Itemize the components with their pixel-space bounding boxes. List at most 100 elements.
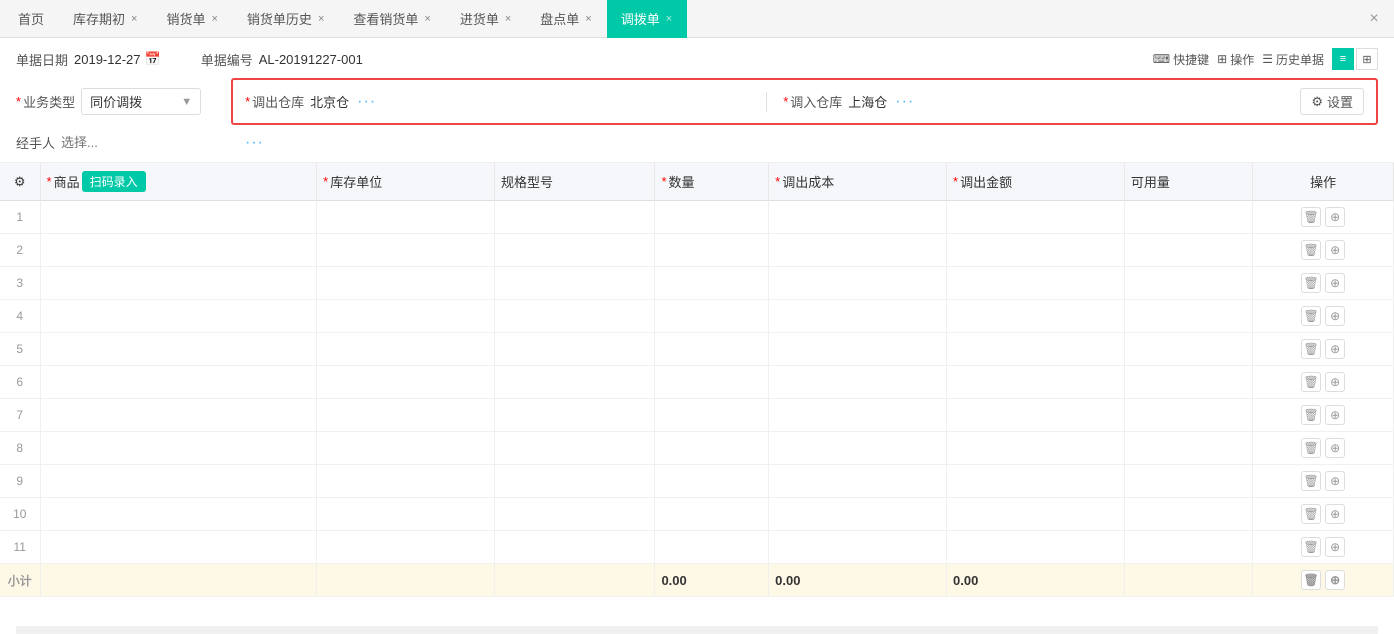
row-cost[interactable] [769, 267, 947, 300]
tab-inventory-init[interactable]: 库存期初 × [59, 0, 152, 38]
in-warehouse-more-button[interactable]: ··· [895, 93, 914, 111]
th-gear[interactable]: ⚙ [0, 163, 40, 201]
window-close-button[interactable]: × [1358, 3, 1390, 35]
copy-row-button[interactable]: ⊕ [1325, 240, 1345, 260]
row-qty[interactable] [655, 498, 769, 531]
row-unit[interactable] [317, 333, 495, 366]
row-product[interactable] [40, 432, 317, 465]
business-type-select[interactable]: 同价调拨 ▼ [81, 88, 201, 115]
copy-row-button[interactable]: ⊕ [1325, 405, 1345, 425]
delete-row-button[interactable]: 🗑 [1301, 438, 1321, 458]
row-available[interactable] [1124, 333, 1252, 366]
row-available[interactable] [1124, 201, 1252, 234]
copy-row-button[interactable]: ⊕ [1325, 537, 1345, 557]
row-amount[interactable] [947, 234, 1125, 267]
copy-row-button[interactable]: ⊕ [1325, 504, 1345, 524]
copy-row-button[interactable]: ⊕ [1325, 471, 1345, 491]
tab-sales-history[interactable]: 销货单历史 × [233, 0, 339, 38]
tab-close-icon[interactable]: × [131, 13, 137, 25]
row-amount[interactable] [947, 531, 1125, 564]
row-spec[interactable] [495, 234, 655, 267]
copy-row-button[interactable]: ⊕ [1325, 339, 1345, 359]
tab-close-active-icon[interactable]: × [666, 13, 672, 25]
row-spec[interactable] [495, 432, 655, 465]
row-qty[interactable] [655, 465, 769, 498]
row-qty[interactable] [655, 366, 769, 399]
tab-close-icon[interactable]: × [585, 13, 591, 25]
history-button[interactable]: ☰ 历史单据 [1262, 51, 1324, 68]
tab-close-icon[interactable]: × [318, 13, 324, 25]
delete-row-button[interactable]: 🗑 [1301, 471, 1321, 491]
row-unit[interactable] [317, 432, 495, 465]
row-qty[interactable] [655, 234, 769, 267]
copy-row-button[interactable]: ⊕ [1325, 306, 1345, 326]
scan-button[interactable]: 扫码录入 [82, 171, 146, 192]
row-qty[interactable] [655, 267, 769, 300]
gear-settings-icon[interactable]: ⚙ [14, 174, 26, 189]
row-cost[interactable] [769, 432, 947, 465]
copy-row-button[interactable]: ⊕ [1325, 207, 1345, 227]
row-unit[interactable] [317, 366, 495, 399]
row-product[interactable] [40, 234, 317, 267]
row-available[interactable] [1124, 366, 1252, 399]
delete-row-button[interactable]: 🗑 [1301, 372, 1321, 392]
row-spec[interactable] [495, 531, 655, 564]
tab-home[interactable]: 首页 [4, 0, 59, 38]
tab-inventory[interactable]: 盘点单 × [526, 0, 606, 38]
row-cost[interactable] [769, 201, 947, 234]
row-product[interactable] [40, 531, 317, 564]
tab-close-icon[interactable]: × [424, 13, 430, 25]
operations-button[interactable]: ⊞ 操作 [1217, 51, 1254, 68]
row-spec[interactable] [495, 333, 655, 366]
row-product[interactable] [40, 267, 317, 300]
row-unit[interactable] [317, 399, 495, 432]
delete-row-button[interactable]: 🗑 [1301, 207, 1321, 227]
row-spec[interactable] [495, 399, 655, 432]
row-available[interactable] [1124, 399, 1252, 432]
row-qty[interactable] [655, 300, 769, 333]
row-spec[interactable] [495, 300, 655, 333]
row-unit[interactable] [317, 267, 495, 300]
row-cost[interactable] [769, 399, 947, 432]
row-qty[interactable] [655, 531, 769, 564]
row-amount[interactable] [947, 300, 1125, 333]
delete-row-button[interactable]: 🗑 [1301, 537, 1321, 557]
row-unit[interactable] [317, 465, 495, 498]
row-product[interactable] [40, 201, 317, 234]
row-available[interactable] [1124, 300, 1252, 333]
row-amount[interactable] [947, 432, 1125, 465]
row-product[interactable] [40, 333, 317, 366]
delete-row-button[interactable]: 🗑 [1301, 570, 1321, 590]
row-unit[interactable] [317, 234, 495, 267]
row-qty[interactable] [655, 399, 769, 432]
tab-view-sales[interactable]: 查看销货单 × [339, 0, 445, 38]
tab-purchase[interactable]: 进货单 × [446, 0, 526, 38]
delete-row-button[interactable]: 🗑 [1301, 240, 1321, 260]
row-available[interactable] [1124, 531, 1252, 564]
warehouse-settings-button[interactable]: ⚙ 设置 [1300, 88, 1364, 115]
row-available[interactable] [1124, 498, 1252, 531]
horizontal-scrollbar[interactable] [16, 626, 1378, 634]
row-available[interactable] [1124, 234, 1252, 267]
delete-row-button[interactable]: 🗑 [1301, 405, 1321, 425]
row-available[interactable] [1124, 465, 1252, 498]
row-cost[interactable] [769, 333, 947, 366]
row-available[interactable] [1124, 267, 1252, 300]
out-warehouse-more-button[interactable]: ··· [357, 93, 376, 111]
person-input[interactable] [61, 135, 237, 150]
row-qty[interactable] [655, 201, 769, 234]
row-cost[interactable] [769, 465, 947, 498]
row-unit[interactable] [317, 531, 495, 564]
row-product[interactable] [40, 366, 317, 399]
row-cost[interactable] [769, 531, 947, 564]
layout-grid-button[interactable]: ⊞ [1356, 48, 1378, 70]
calendar-icon[interactable]: 📅 [145, 51, 161, 67]
row-qty[interactable] [655, 333, 769, 366]
row-amount[interactable] [947, 267, 1125, 300]
tab-transfer[interactable]: 调拨单 × [607, 0, 687, 38]
row-unit[interactable] [317, 498, 495, 531]
row-cost[interactable] [769, 498, 947, 531]
copy-row-button[interactable]: ⊕ [1325, 570, 1345, 590]
row-amount[interactable] [947, 366, 1125, 399]
layout-list-button[interactable]: ≡ [1332, 48, 1354, 70]
